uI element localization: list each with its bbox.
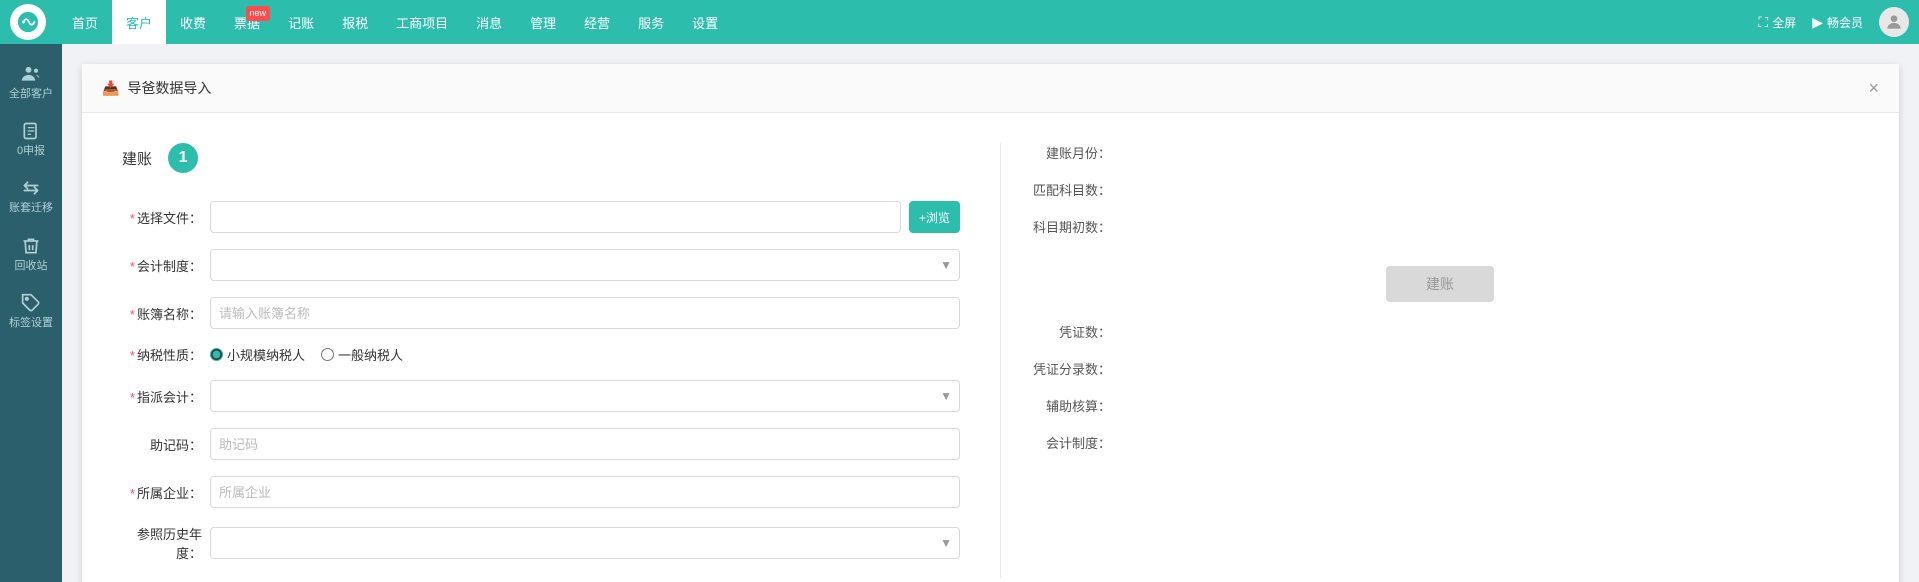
avatar[interactable] <box>1879 7 1909 37</box>
build-button[interactable]: 建账 <box>1386 266 1494 302</box>
file-label: *选择文件： <box>122 208 202 227</box>
build-btn-row: 建账 <box>1021 266 1859 302</box>
accountant-select-wrapper: ▼ <box>210 380 960 412</box>
tax-small-radio[interactable] <box>210 348 223 361</box>
month-label: 建账月份： <box>1021 143 1111 162</box>
sidebar-item-trash[interactable]: 回收站 <box>0 226 62 283</box>
import-icon: 📥 <box>102 80 119 97</box>
nav-manage[interactable]: 管理 <box>516 0 570 44</box>
history-row: 参照历史年度： ▼ <box>122 524 960 562</box>
file-row: *选择文件： +浏览 <box>122 201 960 233</box>
layout: 全部客户 0申报 账套迁移 回收站 标签设置 📥 导爸数据导入 <box>0 44 1919 582</box>
logo[interactable] <box>10 4 46 40</box>
auxiliary-row: 辅助核算： <box>1021 396 1859 415</box>
sidebar-item-tag-label: 标签设置 <box>9 317 53 330</box>
file-input[interactable] <box>210 201 901 233</box>
sidebar: 全部客户 0申报 账套迁移 回收站 标签设置 <box>0 44 62 582</box>
memo-row: 助记码： <box>122 428 960 460</box>
accounting-select[interactable] <box>210 249 960 281</box>
nav-message[interactable]: 消息 <box>462 0 516 44</box>
sidebar-item-transfer[interactable]: 账套迁移 <box>0 168 62 225</box>
accounting-system-label: 会计制度： <box>1021 433 1111 452</box>
accounting-label: *会计制度： <box>122 256 202 275</box>
sidebar-item-zero-report[interactable]: 0申报 <box>0 111 62 168</box>
sidebar-item-tag[interactable]: 标签设置 <box>0 283 62 340</box>
dialog-body: 建账 1 *选择文件： +浏览 *会计制度： <box>82 113 1899 582</box>
accountant-label: *指派会计： <box>122 387 202 406</box>
history-select-wrapper: ▼ <box>210 527 960 559</box>
company-input[interactable] <box>210 476 960 508</box>
sidebar-item-transfer-label: 账套迁移 <box>9 202 53 215</box>
accounting-select-wrapper: ▼ <box>210 249 960 281</box>
new-badge: new <box>246 6 271 21</box>
month-row: 建账月份： <box>1021 143 1859 162</box>
dialog: 📥 导爸数据导入 × 建账 1 *选择文件： <box>82 64 1899 582</box>
form-section: 建账 1 *选择文件： +浏览 *会计制度： <box>122 143 960 578</box>
company-row: *所属企业： <box>122 476 960 508</box>
nav-home[interactable]: 首页 <box>58 0 112 44</box>
initial-row: 科目期初数： <box>1021 217 1859 236</box>
initial-label: 科目期初数： <box>1021 217 1111 236</box>
nav-right: ⛶ 全屏 ▶ 畅会员 <box>1758 7 1909 37</box>
accounting-system-row: 会计制度： <box>1021 433 1859 452</box>
accountant-select[interactable] <box>210 380 960 412</box>
sidebar-item-all-customers-label: 全部客户 <box>9 88 53 101</box>
main-content: 📥 导爸数据导入 × 建账 1 *选择文件： <box>62 44 1919 582</box>
nav-tax[interactable]: 报税 <box>328 0 382 44</box>
member-btn[interactable]: ▶ 畅会员 <box>1812 14 1863 31</box>
tax-label: *纳税性质： <box>122 345 202 364</box>
memo-input[interactable] <box>210 428 960 460</box>
step-header: 建账 1 <box>122 143 960 173</box>
ledger-row: *账簿名称： <box>122 297 960 329</box>
sidebar-item-all-customers[interactable]: 全部客户 <box>0 54 62 111</box>
nav-invoice[interactable]: 票据 new <box>220 0 274 44</box>
step-label: 建账 <box>122 148 152 169</box>
company-label: *所属企业： <box>122 483 202 502</box>
nav-bookkeeping[interactable]: 记账 <box>274 0 328 44</box>
auxiliary-label: 辅助核算： <box>1021 396 1111 415</box>
memo-label: 助记码： <box>122 435 202 454</box>
voucher-label: 凭证数： <box>1021 322 1111 341</box>
dialog-header: 📥 导爸数据导入 × <box>82 64 1899 113</box>
accountant-row: *指派会计： ▼ <box>122 380 960 412</box>
match-label: 匹配科目数： <box>1021 180 1111 199</box>
history-label: 参照历史年度： <box>122 524 202 562</box>
info-section: 建账月份： 匹配科目数： 科目期初数： 建账 <box>1000 143 1859 578</box>
nav-service[interactable]: 服务 <box>624 0 678 44</box>
dialog-close-button[interactable]: × <box>1868 79 1879 97</box>
fullscreen-btn[interactable]: ⛶ 全屏 <box>1758 14 1796 31</box>
sidebar-item-trash-label: 回收站 <box>15 260 48 273</box>
sidebar-item-zero-report-label: 0申报 <box>17 145 45 158</box>
tax-general-option[interactable]: 一般纳税人 <box>321 345 403 364</box>
nav-fee[interactable]: 收费 <box>166 0 220 44</box>
tax-row: *纳税性质： 小规模纳税人 一般纳税人 <box>122 345 960 364</box>
tax-general-radio[interactable] <box>321 348 334 361</box>
tax-small-option[interactable]: 小规模纳税人 <box>210 345 305 364</box>
match-row: 匹配科目数： <box>1021 180 1859 199</box>
voucher-entry-label: 凭证分录数： <box>1021 359 1111 378</box>
nav-business[interactable]: 工商项目 <box>382 0 462 44</box>
history-select[interactable] <box>210 527 960 559</box>
voucher-row: 凭证数： <box>1021 322 1859 341</box>
top-nav: 首页 客户 收费 票据 new 记账 报税 工商项目 消息 管理 经营 服务 设… <box>0 0 1919 44</box>
tax-radio-group: 小规模纳税人 一般纳税人 <box>210 345 960 364</box>
step-circle: 1 <box>168 143 198 173</box>
ledger-input[interactable] <box>210 297 960 329</box>
accounting-row: *会计制度： ▼ <box>122 249 960 281</box>
ledger-label: *账簿名称： <box>122 304 202 323</box>
nav-customer[interactable]: 客户 <box>112 0 166 44</box>
nav-settings[interactable]: 设置 <box>678 0 732 44</box>
voucher-entry-row: 凭证分录数： <box>1021 359 1859 378</box>
browse-button[interactable]: +浏览 <box>909 201 960 233</box>
nav-operation[interactable]: 经营 <box>570 0 624 44</box>
dialog-title: 📥 导爸数据导入 <box>102 78 211 98</box>
